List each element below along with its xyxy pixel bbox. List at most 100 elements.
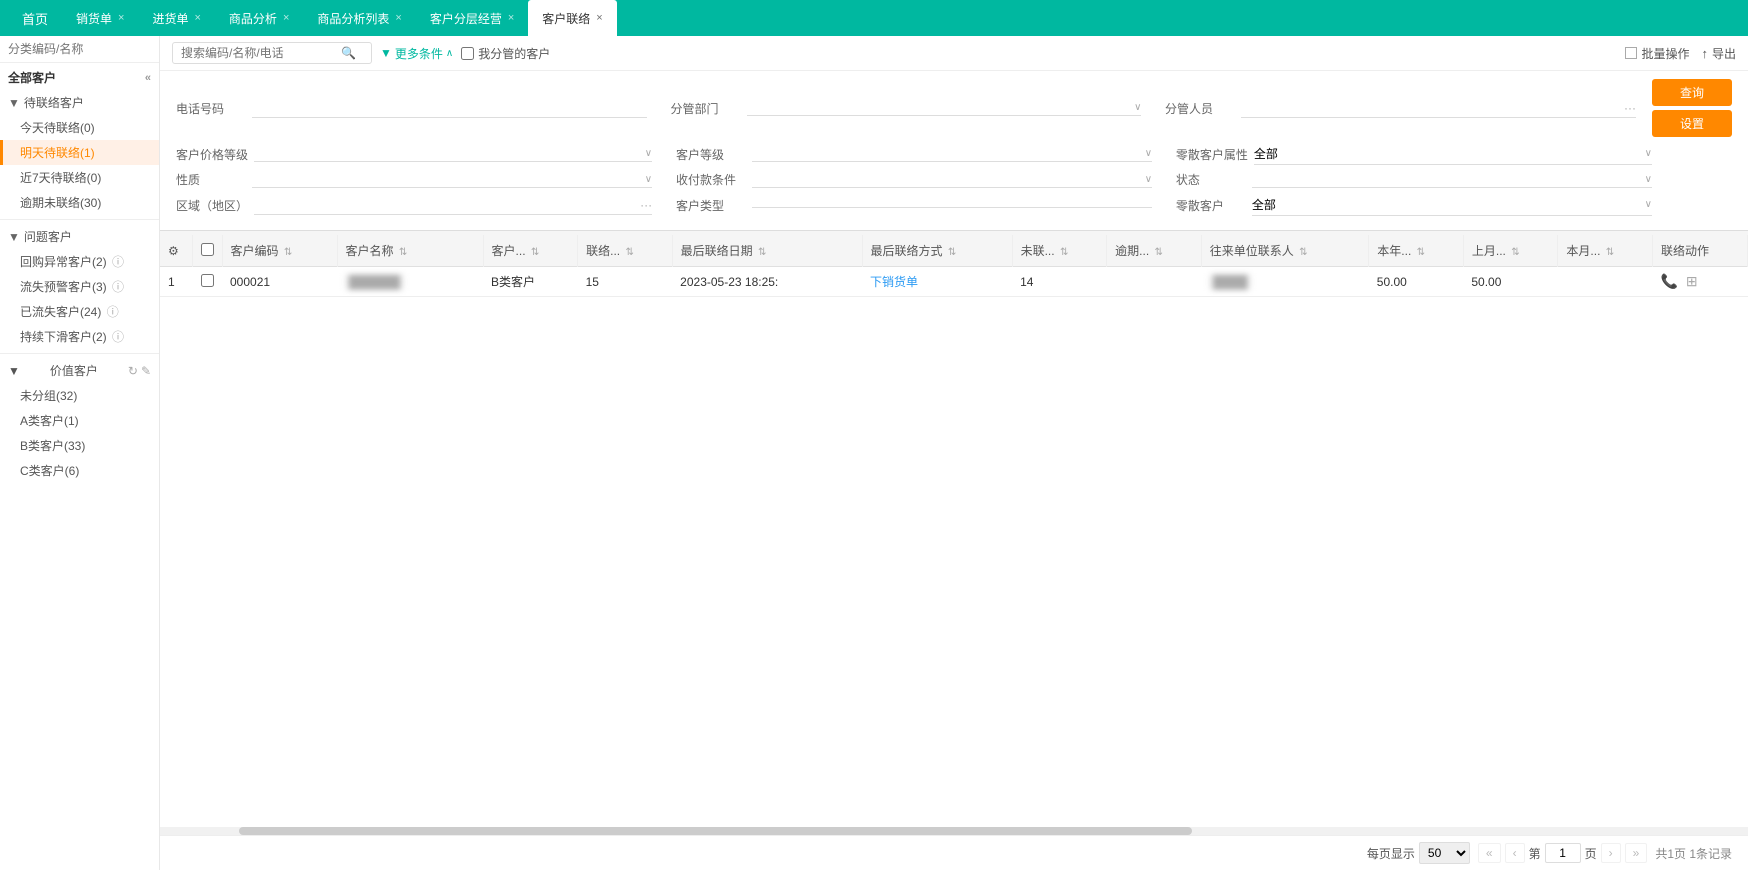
customer-grade-select[interactable]: ∨ [752,146,1152,162]
chevron-down-icon: ∨ [1645,199,1652,210]
close-icon[interactable]: × [283,12,289,24]
chevron-down-icon: ∨ [1134,102,1141,113]
problem-customers-group[interactable]: ▼ 问题客户 [0,224,159,249]
col-code: 客户编码 ⇅ [222,235,337,267]
sort-icon[interactable]: ⇅ [399,247,407,258]
select-all-checkbox[interactable] [201,243,214,256]
info-icon: ⓘ [112,330,124,344]
nav-item-sales[interactable]: 销货单 × [62,0,138,36]
sort-icon[interactable]: ⇅ [948,247,956,258]
sidebar: 🔍 全部客户 « ▼ 待联络客户 今天待联络(0) 明天待联络(1) 近7天待联… [0,36,160,870]
col-checkbox[interactable] [192,235,222,267]
value-customers-group[interactable]: ▼ 价值客户 ↻ ✎ [0,358,159,383]
per-page-select[interactable]: 10 20 50 100 [1419,842,1470,864]
gender-select[interactable]: ∨ [252,172,652,188]
row-checkbox[interactable] [201,274,214,287]
chevron-down-icon: ∨ [1645,174,1652,185]
horizontal-scrollbar[interactable] [160,827,1748,835]
pagination: « ‹ 第 页 › » [1478,843,1647,863]
horizontal-scrollbar-thumb[interactable] [239,827,1192,835]
last-contact-method-link[interactable]: 下销货单 [870,275,918,289]
close-icon[interactable]: × [194,12,200,24]
sort-icon[interactable]: ⇅ [758,247,766,258]
col-gear[interactable]: ⚙ [160,235,192,267]
nav-item-customer-tier[interactable]: 客户分层经营 × [416,0,528,36]
payment-select[interactable]: ∨ [752,172,1152,188]
nav-item-home[interactable]: 首页 [8,0,62,36]
search-icon[interactable]: 🔍 [341,46,356,60]
phone-action-icon[interactable]: 📞 [1660,273,1677,290]
sidebar-item-ungrouped[interactable]: 未分组(32) [0,383,159,408]
region-select[interactable]: ··· [254,196,652,215]
settings-button[interactable]: 设置 [1652,110,1732,137]
more-conditions-btn[interactable]: ▼ 更多条件 ∧ [380,45,453,62]
nav-item-customer-contact[interactable]: 客户联络 × [528,0,616,36]
sidebar-item-type-b[interactable]: B类客户(33) [0,433,159,458]
close-icon[interactable]: × [395,12,401,24]
sidebar-item-tomorrow[interactable]: 明天待联络(1) [0,140,159,165]
status-select[interactable]: ∨ [1252,172,1652,188]
actions-cell: 📞 ⊞ [1652,267,1747,297]
col-last-contact-method: 最后联络方式 ⇅ [862,235,1012,267]
export-btn[interactable]: ↑ 导出 [1701,45,1736,62]
row-checkbox-cell[interactable] [192,267,222,297]
nav-item-product-analysis[interactable]: 商品分析 × [215,0,303,36]
sidebar-item-churn-warning[interactable]: 流失预警客户(3) ⓘ [0,274,159,299]
sidebar-item-today[interactable]: 今天待联络(0) [0,115,159,140]
this-year-cell: 50.00 [1369,267,1464,297]
last-page-btn[interactable]: » [1625,843,1648,863]
gear-icon[interactable]: ⚙ [168,244,179,258]
first-page-btn[interactable]: « [1478,843,1501,863]
sort-icon[interactable]: ⇅ [1155,247,1163,258]
sort-icon[interactable]: ⇅ [1511,247,1519,258]
next-page-btn[interactable]: › [1601,843,1621,863]
sort-icon[interactable]: ⇅ [1606,247,1614,258]
overdue-days-cell [1107,267,1202,297]
sidebar-item-type-a[interactable]: A类客户(1) [0,408,159,433]
nav-item-purchase[interactable]: 进货单 × [138,0,214,36]
sort-icon[interactable]: ⇅ [1417,247,1425,258]
pending-contact-group[interactable]: ▼ 待联络客户 [0,90,159,115]
edit-icon[interactable]: ✎ [141,364,151,378]
payment-label: 收付款条件 [676,171,746,188]
refresh-icon[interactable]: ↻ [128,364,138,378]
nav-item-product-analysis-list[interactable]: 商品分析列表 × [303,0,415,36]
sidebar-search-input[interactable] [8,42,160,56]
grid-action-icon[interactable]: ⊞ [1686,273,1698,290]
sort-icon[interactable]: ⇅ [1060,247,1068,258]
sort-icon[interactable]: ⇅ [625,247,633,258]
retail-customer-label: 零散客户 [1176,197,1246,214]
sidebar-item-overdue[interactable]: 逾期未联络(30) [0,190,159,215]
person-select[interactable]: ··· [1241,99,1636,118]
retail-customer-select[interactable]: 全部 ∨ [1252,194,1652,216]
query-button[interactable]: 查询 [1652,79,1732,106]
phone-input[interactable] [252,99,647,118]
my-customers-checkbox[interactable] [461,47,474,60]
content-area: 🔍 ▼ 更多条件 ∧ 我分管的客户 批量操作 ↑ 导出 [160,36,1748,870]
price-grade-select[interactable]: ∨ [254,146,652,162]
sort-icon[interactable]: ⇅ [531,247,539,258]
sidebar-item-type-c[interactable]: C类客户(6) [0,458,159,483]
collapse-icon[interactable]: « [145,72,151,84]
prev-page-btn[interactable]: ‹ [1505,843,1525,863]
sidebar-item-repurchase-abnormal[interactable]: 回购异常客户(2) ⓘ [0,249,159,274]
contact-person-cell: ████ [1201,267,1369,297]
dept-select[interactable]: ∨ [747,100,1142,116]
sidebar-item-declining[interactable]: 持续下滑客户(2) ⓘ [0,324,159,349]
customer-name[interactable]: ██████ [345,274,404,290]
retail-attr-select[interactable]: 全部 ∨ [1254,143,1652,165]
this-month-cell [1558,267,1653,297]
close-icon[interactable]: × [118,12,124,24]
batch-operation-btn[interactable]: 批量操作 [1625,45,1689,62]
sort-icon[interactable]: ⇅ [284,247,292,258]
chevron-down-icon: ∨ [1645,148,1652,159]
sort-icon[interactable]: ⇅ [1299,247,1307,258]
sidebar-item-week7[interactable]: 近7天待联络(0) [0,165,159,190]
customer-type-select[interactable] [752,203,1152,208]
page-number-input[interactable] [1545,843,1581,863]
close-icon[interactable]: × [508,12,514,24]
sidebar-item-churned[interactable]: 已流失客户(24) ⓘ [0,299,159,324]
main-search-input[interactable] [181,46,341,60]
last-contact-method-cell[interactable]: 下销货单 [862,267,1012,297]
close-icon[interactable]: × [596,12,602,24]
